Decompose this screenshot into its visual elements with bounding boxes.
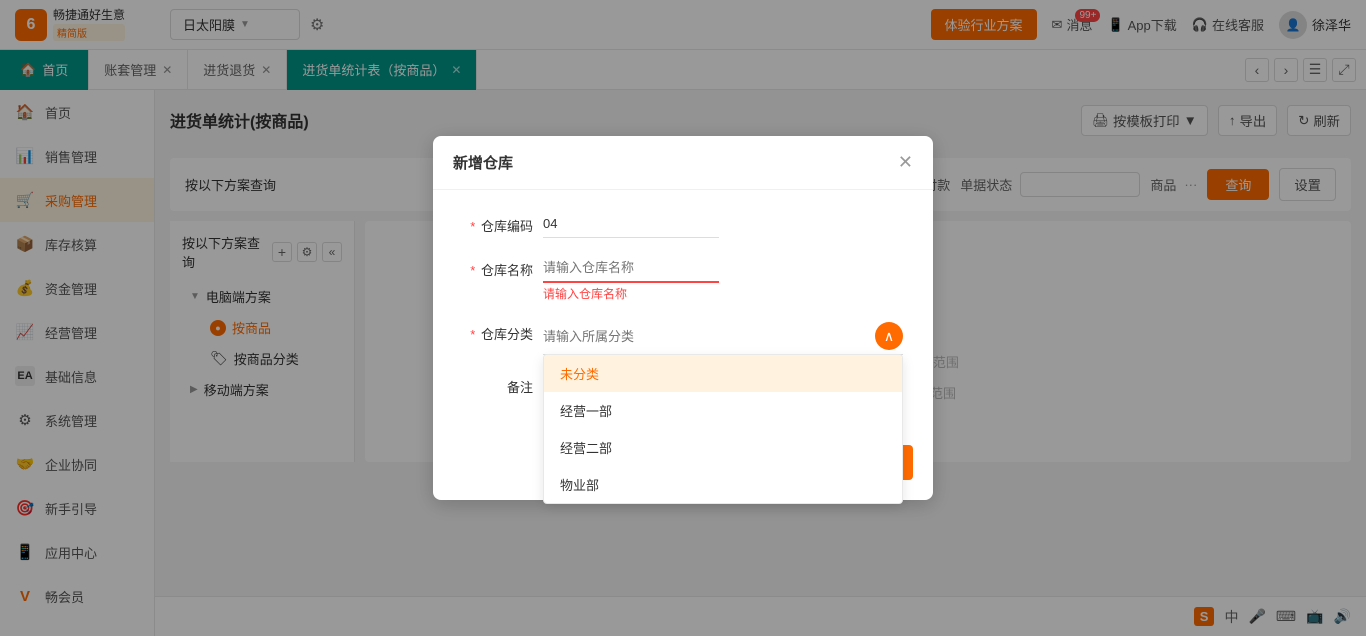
remark-label: 备注: [463, 371, 533, 396]
dropdown-item-2[interactable]: 经营二部: [544, 429, 902, 466]
modal-new-warehouse: 新增仓库 ✕ * 仓库编码 * 仓库名称: [433, 136, 933, 500]
code-input-wrapper: [543, 210, 903, 238]
category-row: * 仓库分类 ∧ 未分类 经营一部 经营二部 物业部: [463, 318, 903, 355]
modal-header: 新增仓库 ✕: [433, 136, 933, 190]
category-input[interactable]: [543, 327, 875, 346]
name-row: * 仓库名称 请输入仓库名称: [463, 254, 903, 302]
name-error-tip: 请输入仓库名称: [543, 285, 903, 302]
category-wrapper: ∧ 未分类 经营一部 经营二部 物业部: [543, 318, 903, 355]
category-dropdown: 未分类 经营一部 经营二部 物业部: [543, 354, 903, 504]
dropdown-item-3[interactable]: 物业部: [544, 466, 902, 503]
modal-overlay[interactable]: 新增仓库 ✕ * 仓库编码 * 仓库名称: [0, 0, 1366, 636]
name-input[interactable]: [543, 254, 719, 283]
modal-title: 新增仓库: [453, 152, 513, 173]
category-toggle-btn[interactable]: ∧: [875, 322, 903, 350]
name-input-wrapper: 请输入仓库名称: [543, 254, 903, 302]
category-input-row: ∧: [543, 318, 903, 355]
modal-close-btn[interactable]: ✕: [898, 152, 913, 173]
code-label: * 仓库编码: [463, 210, 533, 235]
code-input[interactable]: [543, 210, 719, 238]
code-row: * 仓库编码: [463, 210, 903, 238]
category-label: * 仓库分类: [463, 318, 533, 343]
dropdown-item-1[interactable]: 经营一部: [544, 392, 902, 429]
dropdown-item-0[interactable]: 未分类: [544, 355, 902, 392]
name-label: * 仓库名称: [463, 254, 533, 279]
modal-body: * 仓库编码 * 仓库名称 请输入仓库名称: [433, 190, 933, 414]
